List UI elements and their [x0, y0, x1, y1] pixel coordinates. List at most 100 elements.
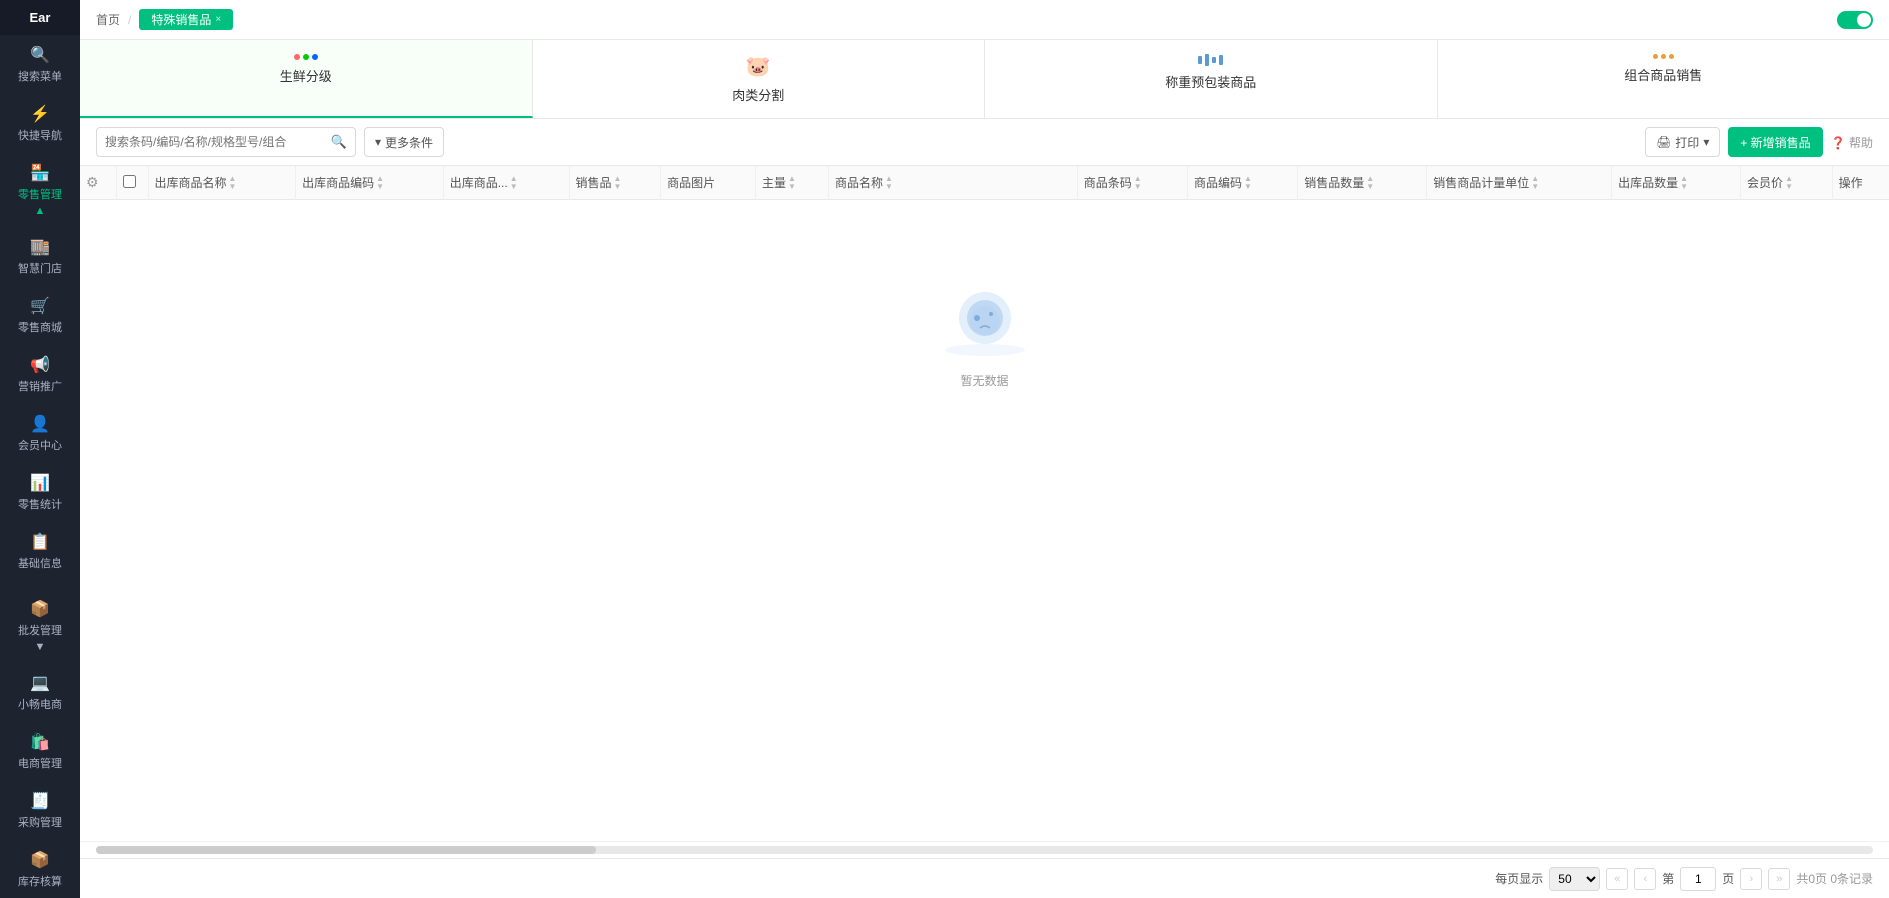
tab-combo-sales[interactable]: 组合商品销售 — [1438, 40, 1889, 118]
th-action: 操作 — [1832, 166, 1889, 200]
marketing-icon: 📢 — [30, 355, 50, 375]
filter-button[interactable]: ▾ 更多条件 — [364, 127, 444, 157]
th-out-qty[interactable]: 出库品数量 ▲▼ — [1612, 166, 1741, 200]
sidebar-item-inventory[interactable]: 📦 库存核算 — [0, 840, 80, 898]
print-button[interactable]: 🖨 打印 ▾ — [1645, 127, 1720, 157]
last-page-icon: » — [1776, 873, 1782, 885]
page-label: 第 — [1662, 870, 1674, 887]
table-header-row: ⚙ 出库商品名称 ▲▼ 出库 — [80, 166, 1889, 200]
th-member-price[interactable]: 会员价 ▲▼ — [1741, 166, 1833, 200]
sort-arrows-out-product-name: ▲▼ — [229, 175, 237, 191]
sidebar-item-marketing[interactable]: 📢 营销推广 — [0, 345, 80, 404]
filter-label: 更多条件 — [385, 134, 433, 151]
sidebar-item-members[interactable]: 👤 会员中心 — [0, 404, 80, 463]
sidebar-item-basic-info[interactable]: 📋 基础信息 — [0, 522, 80, 581]
tab-combo-sales-label: 组合商品销售 — [1624, 65, 1702, 84]
sidebar-item-label: 零售统计 — [18, 496, 62, 512]
sort-arrows-out-product-spec: ▲▼ — [510, 175, 518, 191]
th-sales-qty[interactable]: 销售品数量 ▲▼ — [1298, 166, 1427, 200]
sort-arrows-product-code: ▲▼ — [1244, 175, 1252, 191]
print-icon: 🖨 — [1656, 135, 1671, 149]
sidebar-item-label: 智慧门店 — [18, 260, 62, 276]
toggle-switch[interactable] — [1837, 11, 1873, 29]
active-tab-tag[interactable]: 特殊销售品 × — [139, 9, 233, 30]
page-size-select[interactable]: 50 10 20 100 — [1549, 867, 1600, 891]
sidebar-item-mini-ecom[interactable]: 💻 小畅电商 — [0, 663, 80, 722]
tab-weight-prepack[interactable]: 称重预包装商品 — [985, 40, 1438, 118]
table-wrap: ⚙ 出库商品名称 ▲▼ 出库 — [80, 166, 1889, 841]
th-product-name-label: 商品名称 — [835, 174, 883, 191]
sidebar-item-label: 营销推广 — [18, 378, 62, 394]
sidebar-item-quick-nav[interactable]: ⚡ 快捷导航 — [0, 94, 80, 153]
th-member-price-label: 会员价 — [1747, 174, 1783, 191]
next-page-button[interactable]: › — [1740, 868, 1762, 890]
sidebar-item-ecom-mgmt[interactable]: 🛍️ 电商管理 — [0, 722, 80, 781]
combo-icon — [1653, 54, 1674, 59]
sort-arrows-sales-product: ▲▼ — [614, 175, 622, 191]
quick-nav-icon: ⚡ — [30, 104, 50, 124]
collapse-arrow-icon: ▼ — [35, 641, 46, 653]
prev-page-button[interactable]: ‹ — [1634, 868, 1656, 890]
sidebar-item-retail-mgmt[interactable]: 🏪 零售管理 ▲ — [0, 153, 80, 227]
empty-illustration — [935, 280, 1035, 360]
th-weight[interactable]: 主量 ▲▼ — [756, 166, 829, 200]
inventory-icon: 📦 — [30, 850, 50, 870]
sidebar-item-purchase-mgmt[interactable]: 🧾 采购管理 — [0, 781, 80, 840]
breadcrumb-home[interactable]: 首页 — [96, 11, 120, 28]
th-out-product-name[interactable]: 出库商品名称 ▲▼ — [148, 166, 296, 200]
th-out-product-spec[interactable]: 出库商品... ▲▼ — [443, 166, 569, 200]
breadcrumb-separator: / — [128, 13, 131, 27]
select-all-checkbox[interactable] — [123, 175, 136, 188]
search-input-wrap: 🔍 — [96, 127, 356, 157]
add-button[interactable]: + 新增销售品 — [1728, 127, 1822, 157]
empty-state: 暂无数据 — [80, 200, 1889, 469]
th-out-product-spec-label: 出库商品... — [450, 174, 508, 191]
tab-meat-split[interactable]: 🐷 肉类分割 — [533, 40, 986, 118]
th-product-code[interactable]: 商品编码 ▲▼ — [1187, 166, 1297, 200]
sort-arrows-out-product-code: ▲▼ — [376, 175, 384, 191]
th-out-product-name-label: 出库商品名称 — [155, 174, 227, 191]
sidebar-item-label: 库存核算 — [18, 873, 62, 889]
th-checkbox — [116, 166, 148, 200]
help-label: 帮助 — [1849, 136, 1873, 150]
expand-arrow-icon: ▲ — [35, 205, 46, 217]
horizontal-scrollbar-track[interactable] — [96, 846, 1873, 854]
active-tab-label: 特殊销售品 — [151, 11, 211, 28]
th-out-product-code[interactable]: 出库商品编码 ▲▼ — [296, 166, 444, 200]
horizontal-scrollbar-thumb[interactable] — [96, 846, 596, 854]
sort-arrows-product-name: ▲▼ — [885, 175, 893, 191]
wholesale-mgmt-icon: 📦 — [30, 599, 50, 619]
top-bar: 首页 / 特殊销售品 × — [80, 0, 1889, 40]
top-bar-right — [1837, 11, 1873, 29]
sort-arrows-sales-unit: ▲▼ — [1531, 175, 1539, 191]
th-product-name[interactable]: 商品名称 ▲▼ — [828, 166, 1077, 200]
th-action-label: 操作 — [1839, 176, 1863, 190]
prev-page-icon: ‹ — [1643, 873, 1647, 885]
data-table: ⚙ 出库商品名称 ▲▼ 出库 — [80, 166, 1889, 200]
page-number-input[interactable] — [1680, 867, 1716, 891]
sidebar-item-smart-store[interactable]: 🏬 智慧门店 — [0, 227, 80, 286]
filter-icon: ▾ — [375, 135, 381, 149]
sidebar-item-retail-mall[interactable]: 🛒 零售商城 — [0, 286, 80, 345]
search-input[interactable] — [105, 135, 331, 149]
th-sales-product[interactable]: 销售品 ▲▼ — [569, 166, 661, 200]
th-gear[interactable]: ⚙ — [80, 166, 116, 200]
last-page-button[interactable]: » — [1768, 868, 1790, 890]
th-sales-unit[interactable]: 销售商品计量单位 ▲▼ — [1427, 166, 1612, 200]
sidebar-item-retail-stats[interactable]: 📊 零售统计 — [0, 463, 80, 522]
help-button[interactable]: ❓ 帮助 — [1831, 134, 1873, 151]
tab-close-button[interactable]: × — [215, 14, 221, 25]
sidebar-item-search-menu[interactable]: 🔍 搜索菜单 — [0, 35, 80, 94]
print-arrow-icon: ▾ — [1703, 135, 1709, 149]
tab-fresh-grade[interactable]: 生鲜分级 — [80, 40, 533, 118]
th-product-image: 商品图片 — [661, 166, 756, 200]
sort-arrows-sales-qty: ▲▼ — [1366, 175, 1374, 191]
ecom-mgmt-icon: 🛍️ — [30, 732, 50, 752]
gear-icon[interactable]: ⚙ — [86, 174, 99, 190]
retail-stats-icon: 📊 — [30, 473, 50, 493]
search-icon[interactable]: 🔍 — [331, 134, 347, 150]
th-barcode[interactable]: 商品条码 ▲▼ — [1077, 166, 1187, 200]
first-page-button[interactable]: « — [1606, 868, 1628, 890]
footer: 每页显示 50 10 20 100 « ‹ 第 页 › — [80, 858, 1889, 898]
sidebar-item-wholesale-mgmt[interactable]: 📦 批发管理 ▼ — [0, 589, 80, 663]
